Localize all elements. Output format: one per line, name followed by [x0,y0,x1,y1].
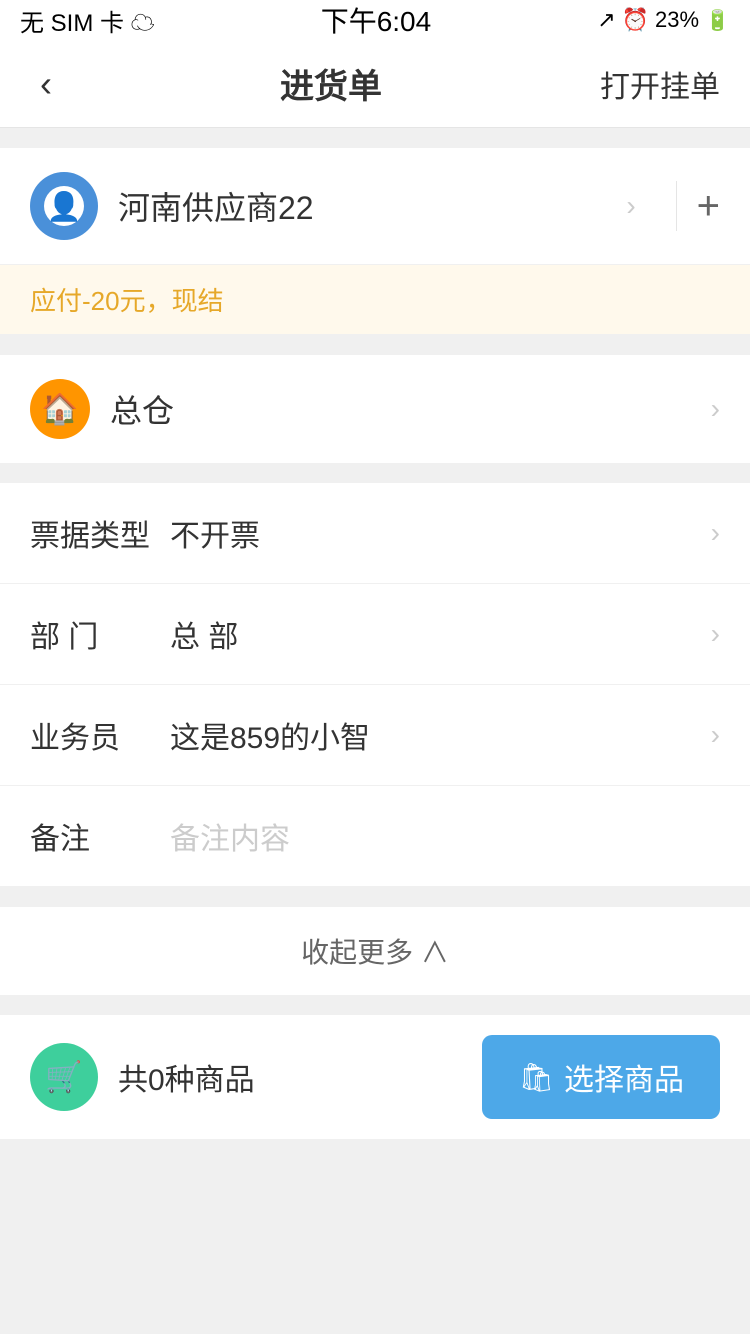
product-count: 共0种商品 [118,1055,462,1099]
bottom-bar: 🛒 共0种商品 🛍 选择商品 [0,1015,750,1139]
signal-text: 无 SIM 卡 ☁ [20,3,155,38]
status-left: 无 SIM 卡 ☁ [20,3,155,38]
page-content: 👤 河南供应商22 › + 应付-20元，现结 🏠 总仓 › 票据类型 不开票 … [0,128,750,1334]
nav-bar: ‹ 进货单 打开挂单 [0,40,750,128]
form-section: 票据类型 不开票 › 部 门 总 部 › 业务员 这是859的小智 › 备注 备… [0,483,750,886]
battery-text: 23% [655,7,699,33]
page-title: 进货单 [280,59,382,108]
department-chevron-icon: › [711,618,720,650]
invoice-type-value: 不开票 [170,511,711,555]
department-value: 总 部 [170,612,711,656]
invoice-type-row[interactable]: 票据类型 不开票 › [0,483,750,584]
warehouse-name: 总仓 [110,386,711,432]
status-bar: 无 SIM 卡 ☁ 下午6:04 ↗ ⏰ 23% 🔋 [0,0,750,40]
select-icon: 🛍 [518,1061,554,1094]
warehouse-icon-wrap: 🏠 [30,379,90,439]
notice-text: 应付-20元，现结 [30,286,224,316]
warehouse-card: 🏠 总仓 › [0,355,750,463]
collapse-label: 收起更多 ∧ [301,931,449,971]
notice-banner: 应付-20元，现结 [0,265,750,335]
salesperson-row[interactable]: 业务员 这是859的小智 › [0,685,750,786]
supplier-chevron-icon: › [626,190,635,222]
collapse-row[interactable]: 收起更多 ∧ [0,906,750,995]
select-product-button[interactable]: 🛍 选择商品 [482,1035,720,1119]
vertical-divider [676,181,677,231]
section-gap-2 [0,335,750,355]
battery-icon: 🔋 [705,8,730,33]
avatar-inner: 👤 [44,186,84,226]
select-btn-label: 选择商品 [564,1055,684,1099]
supplier-card: 👤 河南供应商22 › + 应付-20元，现结 [0,148,750,335]
section-gap-1 [0,128,750,148]
department-row[interactable]: 部 门 总 部 › [0,584,750,685]
open-pending-button[interactable]: 打开挂单 [600,62,720,106]
salesperson-chevron-icon: › [711,719,720,751]
salesperson-label: 业务员 [30,713,170,757]
add-supplier-button[interactable]: + [697,184,720,229]
product-icon-wrap: 🛒 [30,1043,98,1111]
remarks-placeholder[interactable]: 备注内容 [170,814,720,858]
remarks-label: 备注 [30,814,170,858]
alarm-icon: ⏰ [622,7,649,33]
salesperson-value: 这是859的小智 [170,713,711,757]
invoice-type-chevron-icon: › [711,517,720,549]
back-button[interactable]: ‹ [30,53,62,115]
department-label: 部 门 [30,612,170,656]
status-right: ↗ ⏰ 23% 🔋 [597,7,730,33]
person-icon: 👤 [47,190,82,223]
remarks-row[interactable]: 备注 备注内容 [0,786,750,886]
supplier-avatar: 👤 [30,172,98,240]
supplier-name: 河南供应商22 [118,183,626,229]
warehouse-icon: 🏠 [41,392,78,427]
invoice-type-label: 票据类型 [30,511,170,555]
warehouse-chevron-icon: › [711,393,720,425]
product-icon: 🛒 [45,1060,82,1095]
supplier-row[interactable]: 👤 河南供应商22 › + [0,148,750,265]
warehouse-row[interactable]: 🏠 总仓 › [0,355,750,463]
status-time: 下午6:04 [321,0,432,40]
location-icon: ↗ [597,7,615,33]
